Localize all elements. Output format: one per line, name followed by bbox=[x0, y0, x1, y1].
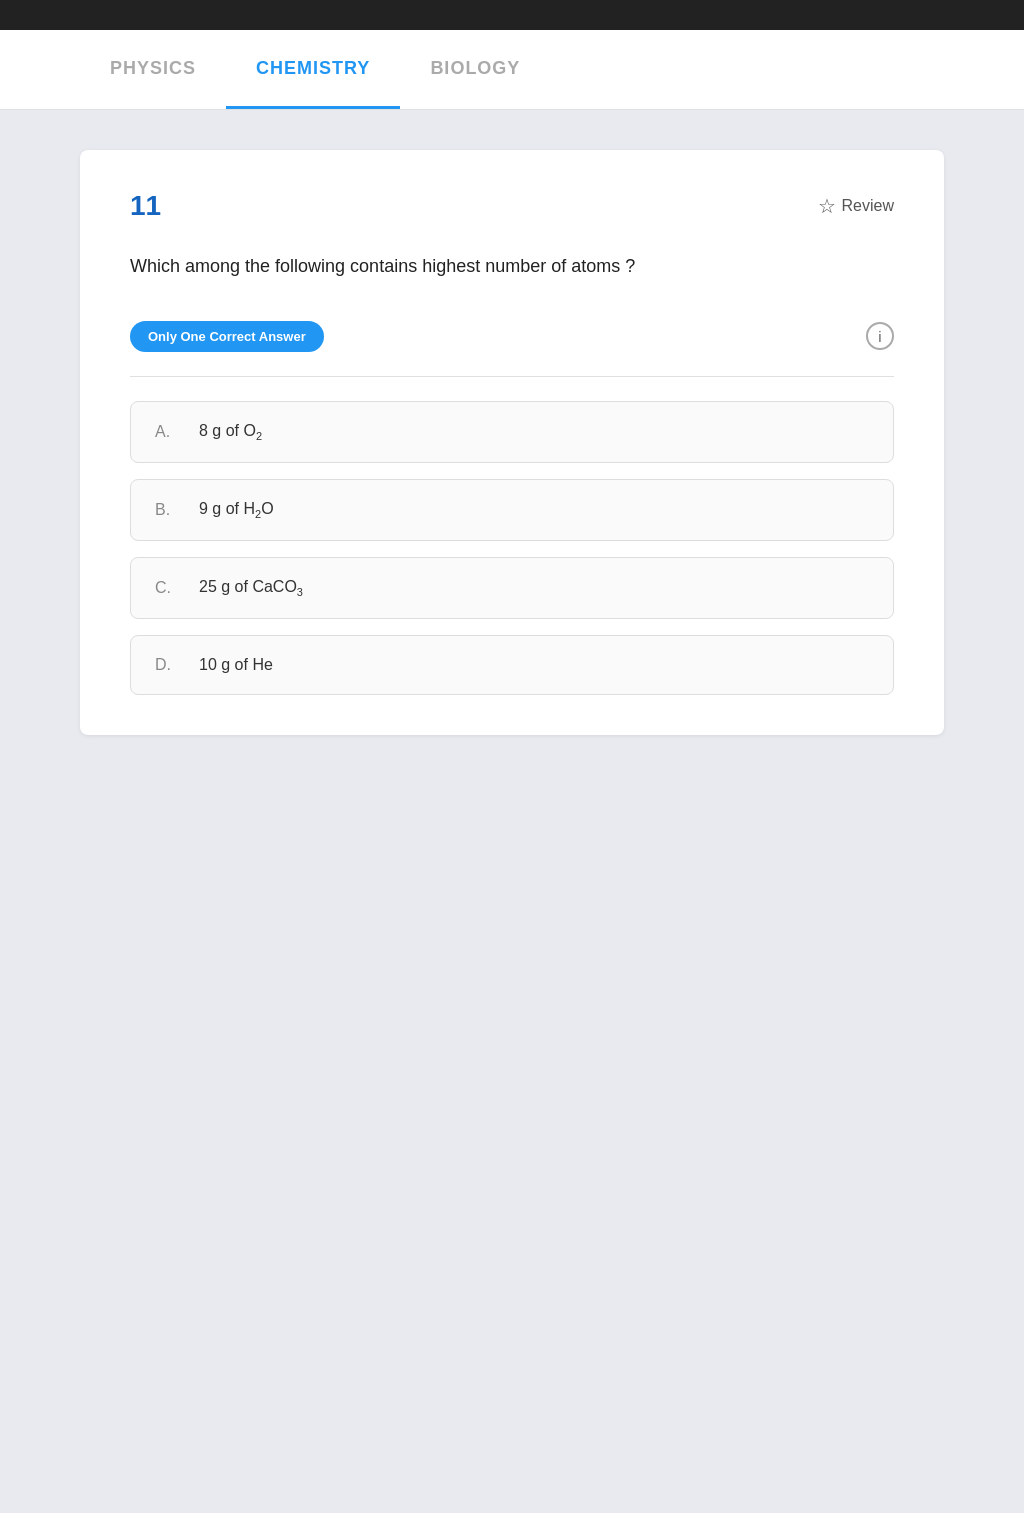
tab-biology-label: BIOLOGY bbox=[430, 58, 520, 79]
option-c-label: C. bbox=[155, 579, 179, 597]
tab-physics[interactable]: PHYSICS bbox=[80, 30, 226, 109]
tab-chemistry[interactable]: CHEMISTRY bbox=[226, 30, 400, 109]
question-card: 11 ☆ Review Which among the following co… bbox=[80, 150, 944, 735]
top-bar bbox=[0, 0, 1024, 30]
question-text: Which among the following contains highe… bbox=[130, 252, 894, 281]
tab-chemistry-label: CHEMISTRY bbox=[256, 58, 370, 79]
divider bbox=[130, 376, 894, 377]
main-content: 11 ☆ Review Which among the following co… bbox=[0, 110, 1024, 775]
review-button[interactable]: ☆ Review bbox=[818, 194, 894, 218]
info-icon[interactable]: i bbox=[866, 322, 894, 350]
option-a-text: 8 g of O2 bbox=[199, 422, 262, 442]
option-list: A. 8 g of O2 B. 9 g of H2O C. 25 g of Ca… bbox=[130, 401, 894, 696]
option-c[interactable]: C. 25 g of CaCO3 bbox=[130, 557, 894, 619]
answer-type-badge: Only One Correct Answer bbox=[130, 321, 324, 352]
option-b-label: B. bbox=[155, 501, 179, 519]
tab-physics-label: PHYSICS bbox=[110, 58, 196, 79]
option-a[interactable]: A. 8 g of O2 bbox=[130, 401, 894, 463]
option-a-label: A. bbox=[155, 423, 179, 441]
option-b-text: 9 g of H2O bbox=[199, 500, 274, 520]
review-label: Review bbox=[842, 197, 894, 215]
question-header: 11 ☆ Review bbox=[130, 190, 894, 222]
option-b[interactable]: B. 9 g of H2O bbox=[130, 479, 894, 541]
question-number: 11 bbox=[130, 190, 161, 222]
star-icon: ☆ bbox=[818, 194, 836, 218]
option-d[interactable]: D. 10 g of He bbox=[130, 635, 894, 695]
tab-biology[interactable]: BIOLOGY bbox=[400, 30, 550, 109]
tab-bar: PHYSICS CHEMISTRY BIOLOGY bbox=[0, 30, 1024, 110]
answer-type-row: Only One Correct Answer i bbox=[130, 321, 894, 352]
option-c-text: 25 g of CaCO3 bbox=[199, 578, 303, 598]
option-d-text: 10 g of He bbox=[199, 656, 273, 674]
option-d-label: D. bbox=[155, 656, 179, 674]
